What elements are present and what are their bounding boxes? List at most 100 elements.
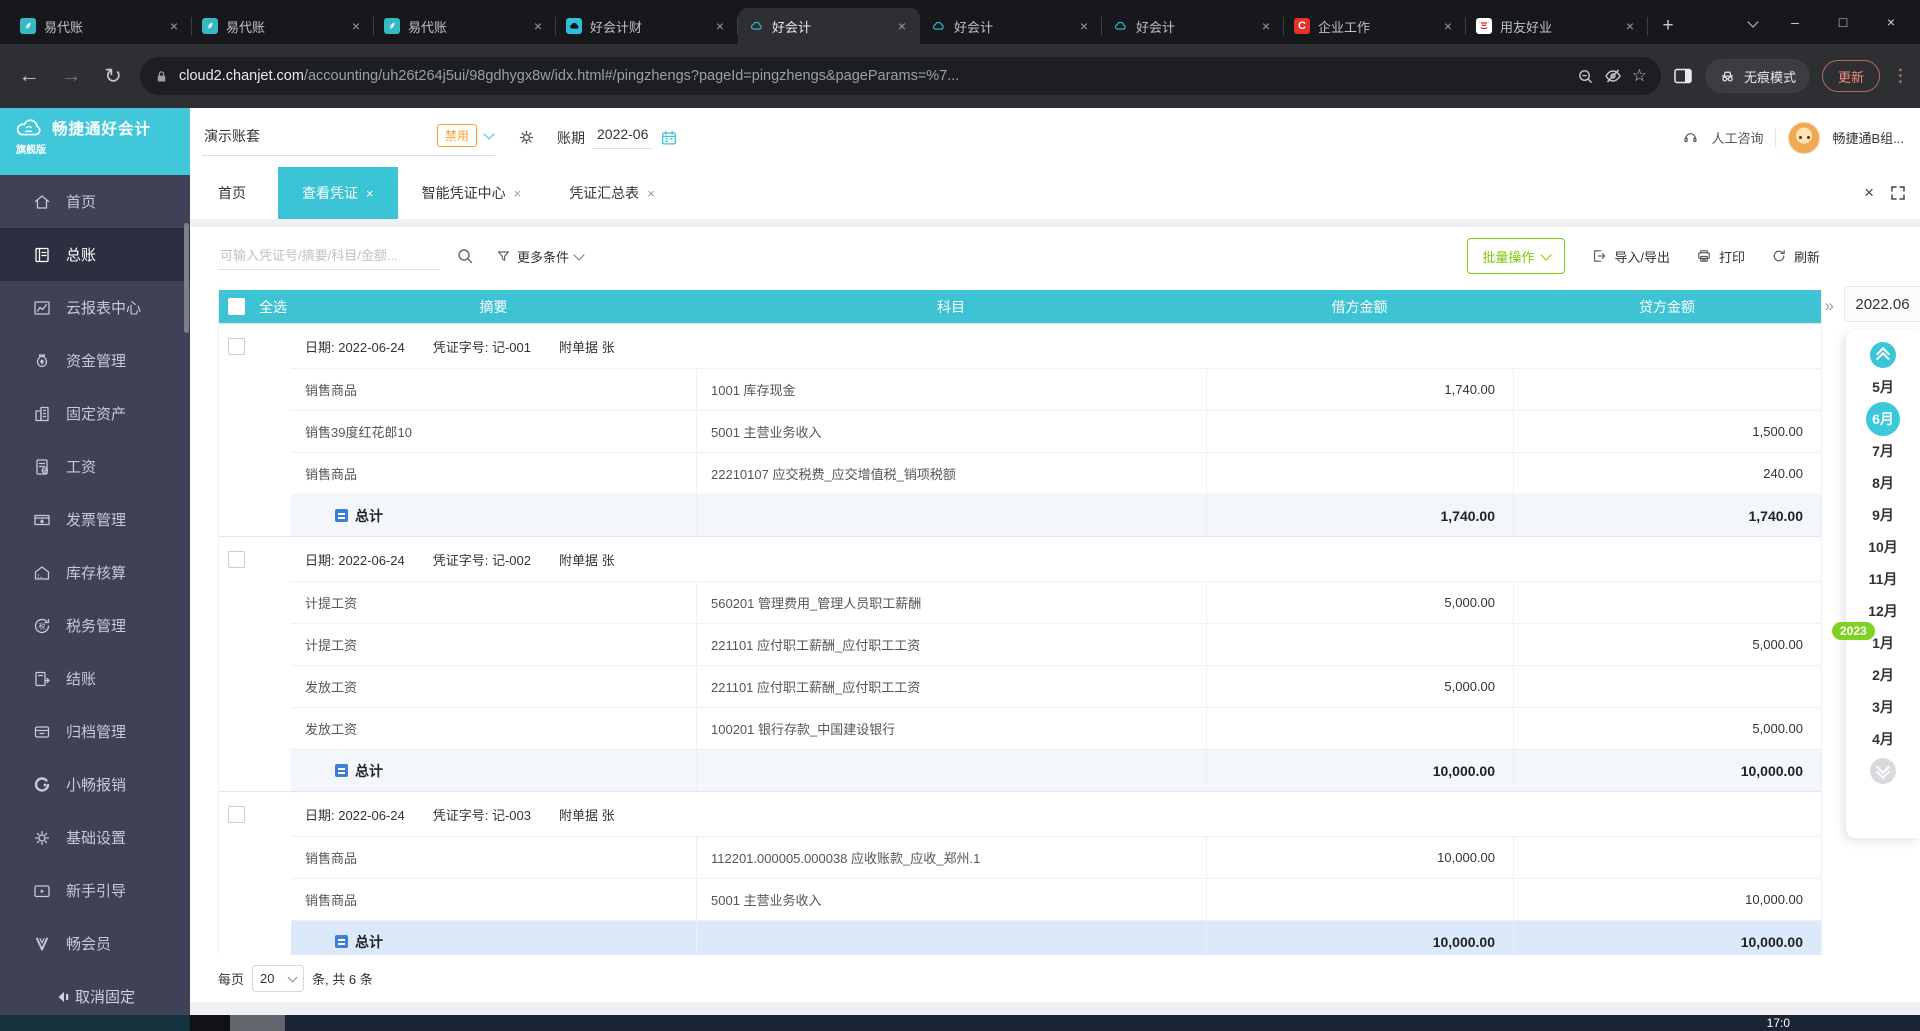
browser-tab[interactable]: 易代账 × [374,8,556,44]
tab-close-icon[interactable]: × [366,186,374,201]
tab-close-icon[interactable]: × [514,186,522,201]
window-maximize-button[interactable]: □ [1820,0,1866,44]
month-rail-collapse-icon[interactable]: » [1825,296,1834,316]
row-checkbox[interactable] [228,805,245,823]
voucher-group-header[interactable]: 日期: 2022-06-24 凭证字号: 记-001 附单据 张 [219,323,1821,368]
print-button[interactable]: 打印 [1696,247,1745,266]
browser-tab[interactable]: 好会计 × [920,8,1102,44]
tab-close-icon[interactable]: × [647,186,655,201]
new-tab-button[interactable]: + [1654,12,1682,40]
sidebar-item-fixed-assets[interactable]: 固定资产 [0,387,190,440]
month-item[interactable]: 8月 [1846,467,1920,499]
month-item[interactable]: 11月 [1846,563,1920,595]
reload-icon[interactable]: ↻ [98,64,128,89]
tab-close-icon[interactable]: × [348,18,364,34]
voucher-entry-row[interactable]: 销售商品 5001 主营业务收入 10,000.00 [219,878,1821,920]
voucher-entry-row[interactable]: 销售39度红花郎10 5001 主营业务收入 1,500.00 [219,410,1821,452]
month-scroll-down-button[interactable] [1870,758,1896,784]
tab-close-icon[interactable]: × [1258,18,1274,34]
chevron-down-icon[interactable] [483,128,495,140]
voucher-group-header[interactable]: 日期: 2022-06-24 凭证字号: 记-002 附单据 张 [219,536,1821,581]
browser-tab[interactable]: C 企业工作 × [1284,8,1466,44]
month-item[interactable]: 2月 [1846,659,1920,691]
month-scroll-up-button[interactable] [1870,342,1896,368]
side-panel-icon[interactable] [1673,66,1693,86]
browser-tab[interactable]: 好会计财 × [556,8,738,44]
account-selector[interactable]: 演示账套 禁用 [202,120,495,156]
window-close-button[interactable]: × [1868,0,1914,44]
sidebar-item-guide[interactable]: 新手引导 [0,864,190,917]
row-checkbox[interactable] [228,337,245,355]
tab-close-icon[interactable]: × [166,18,182,34]
back-icon[interactable]: ← [14,64,44,88]
voucher-entry-row[interactable]: 计提工资 560201 管理费用_管理人员职工薪酬 5,000.00 [219,581,1821,623]
per-page-select[interactable]: 20 [252,964,305,992]
page-tab-voucher-summary[interactable]: 凭证汇总表 × [545,167,679,219]
sidebar-item-tax[interactable]: 税 税务管理 [0,599,190,652]
support-link[interactable]: 人工咨询 [1711,128,1763,147]
sidebar-item-membership[interactable]: 畅会员 [0,917,190,970]
month-item[interactable]: 5月 [1846,371,1920,403]
close-all-icon[interactable]: × [1864,183,1874,203]
month-item-active[interactable]: 6月 [1866,402,1900,436]
sidebar-item-archive[interactable]: 归档管理 [0,705,190,758]
refresh-button[interactable]: 刷新 [1771,247,1820,266]
forward-icon[interactable]: → [56,64,86,88]
row-checkbox[interactable] [228,550,245,568]
sidebar-scrollbar[interactable] [184,223,189,333]
sidebar-item-closing[interactable]: 结账 [0,652,190,705]
sidebar-unpin-button[interactable]: 取消固定 [0,986,190,1007]
month-item[interactable]: 3月 [1846,691,1920,723]
page-tab-home[interactable]: 首页 [190,167,278,219]
tab-close-icon[interactable]: × [1622,18,1638,34]
month-item[interactable]: 10月 [1846,531,1920,563]
sidebar-item-general-ledger[interactable]: 总账 [0,228,190,281]
batch-actions-button[interactable]: 批量操作 [1467,238,1566,274]
select-all-checkbox[interactable] [228,298,245,315]
sidebar-item-cloud-reports[interactable]: 云报表中心 [0,281,190,334]
voucher-entry-row[interactable]: 销售商品 112201.000005.000038 应收账款_应收_郑州.1 1… [219,836,1821,878]
tab-close-icon[interactable]: × [530,18,546,34]
zoom-out-icon[interactable] [1577,68,1594,85]
voucher-entry-row[interactable]: 销售商品 1001 库存现金 1,740.00 [219,368,1821,410]
tab-close-icon[interactable]: × [712,18,728,34]
window-minimize-button[interactable]: – [1772,0,1818,44]
month-item[interactable]: 9月 [1846,499,1920,531]
sidebar-item-home[interactable]: 首页 [0,175,190,228]
sidebar-item-settings[interactable]: 基础设置 [0,811,190,864]
browser-tab[interactable]: 用友好业 × [1466,8,1648,44]
period-value[interactable]: 2022-06 [593,126,653,149]
search-input[interactable] [218,242,440,270]
sidebar-item-inventory[interactable]: 库存核算 [0,546,190,599]
browser-tab[interactable]: 易代账 × [192,8,374,44]
user-avatar[interactable] [1788,121,1821,154]
sidebar-item-funds[interactable]: 资金管理 [0,334,190,387]
search-icon[interactable] [456,247,474,265]
voucher-entry-row[interactable]: 发放工资 221101 应付职工薪酬_应付职工工资 5,000.00 [219,665,1821,707]
tab-close-icon[interactable]: × [1076,18,1092,34]
address-bar[interactable]: cloud2.chanjet.com/accounting/uh26t264j5… [140,57,1661,95]
sidebar-item-payroll[interactable]: 工资 [0,440,190,493]
taskbar-button[interactable] [230,1015,285,1031]
month-item[interactable]: 7月 [1846,435,1920,467]
page-tab-view-voucher[interactable]: 查看凭证 × [278,167,398,219]
browser-tab-active[interactable]: 好会计 × [738,8,920,44]
browser-menu-icon[interactable]: ⋮ [1892,66,1909,86]
calendar-icon[interactable] [660,129,678,147]
more-filters-button[interactable]: 更多条件 [496,247,585,266]
tab-close-icon[interactable]: × [1440,18,1456,34]
month-item[interactable]: 4月 [1846,723,1920,755]
bookmark-star-icon[interactable]: ☆ [1632,66,1647,86]
fullscreen-icon[interactable] [1890,185,1906,201]
voucher-entry-row[interactable]: 发放工资 100201 银行存款_中国建设银行 5,000.00 [219,707,1821,749]
page-tab-smart-voucher-center[interactable]: 智能凭证中心 × [398,167,546,219]
sidebar-item-reimbursement[interactable]: 小畅报销 [0,758,190,811]
browser-tab[interactable]: 好会计 × [1102,8,1284,44]
voucher-group-header[interactable]: 日期: 2022-06-24 凭证字号: 记-003 附单据 张 [219,791,1821,836]
tab-close-icon[interactable]: × [894,18,910,34]
period-settings-button[interactable] [517,128,536,147]
eye-blocked-icon[interactable] [1604,67,1622,85]
tab-search-icon[interactable] [1736,0,1770,44]
update-button[interactable]: 更新 [1821,60,1880,92]
sidebar-item-invoices[interactable]: 发票管理 [0,493,190,546]
